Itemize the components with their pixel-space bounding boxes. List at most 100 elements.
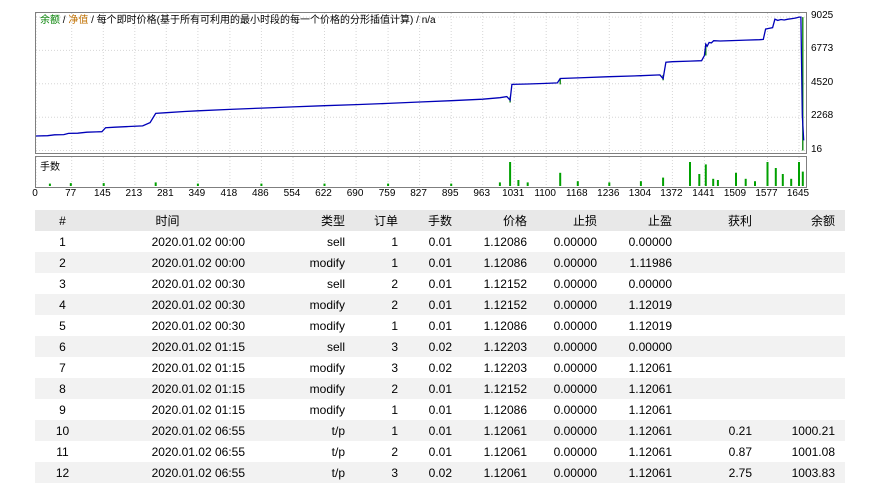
x-tick-label: 213: [125, 189, 142, 199]
cell: 9: [35, 399, 90, 420]
cell: 2.75: [682, 462, 762, 483]
cell: 0.00000: [537, 252, 607, 273]
legend-separator: /: [88, 15, 96, 26]
cell: sell: [255, 336, 355, 357]
cell: 0.21: [682, 420, 762, 441]
cell: 0.01: [408, 420, 462, 441]
cell: 1.12203: [462, 357, 537, 378]
x-tick-label: 622: [315, 189, 332, 199]
cell: 0.00000: [607, 336, 682, 357]
x-tick-label: 145: [94, 189, 111, 199]
column-header-profit: 获利: [682, 210, 762, 231]
cell: 3: [355, 357, 408, 378]
cell: 1: [35, 231, 90, 252]
trades-table: # 时间 类型 订单 手数 价格 止损 止盈 获利 余额 12020.01.02…: [35, 210, 845, 483]
cell: t/p: [255, 441, 355, 462]
cell: t/p: [255, 462, 355, 483]
cell: 1.12086: [462, 399, 537, 420]
cell: sell: [255, 273, 355, 294]
legend-separator: /: [413, 15, 421, 26]
cell: 1.12061: [607, 420, 682, 441]
column-header-number: #: [35, 210, 90, 231]
cell: 6: [35, 336, 90, 357]
cell: modify: [255, 357, 355, 378]
cell: 0.02: [408, 336, 462, 357]
cell: 0.01: [408, 378, 462, 399]
cell: 0.00000: [537, 399, 607, 420]
column-header-sl: 止损: [537, 210, 607, 231]
cell: 2: [355, 441, 408, 462]
x-tick-label: 1509: [724, 189, 746, 199]
cell: 10: [35, 420, 90, 441]
cell: 0.00000: [607, 231, 682, 252]
cell: [682, 336, 762, 357]
cell: [682, 315, 762, 336]
cell: [762, 399, 845, 420]
y-tick-label: 9025: [811, 11, 833, 21]
table-header-row: # 时间 类型 订单 手数 价格 止损 止盈 获利 余额: [35, 210, 845, 231]
cell: 1: [355, 231, 408, 252]
cell: [682, 231, 762, 252]
column-header-tp: 止盈: [607, 210, 682, 231]
x-tick-label: 77: [65, 189, 76, 199]
table-row: 122020.01.02 06:55t/p30.021.120610.00000…: [35, 462, 845, 483]
column-header-order: 订单: [355, 210, 408, 231]
cell: [762, 231, 845, 252]
cell: 2020.01.02 06:55: [90, 420, 255, 441]
cell: 2020.01.02 06:55: [90, 462, 255, 483]
cell: 0.00000: [537, 231, 607, 252]
cell: 0.00000: [537, 273, 607, 294]
cell: 1000.21: [762, 420, 845, 441]
cell: [682, 378, 762, 399]
cell: 0.01: [408, 399, 462, 420]
cell: 2020.01.02 01:15: [90, 378, 255, 399]
y-tick-label: 2268: [811, 111, 833, 121]
cell: 0.00000: [537, 294, 607, 315]
cell: 12: [35, 462, 90, 483]
cell: 1: [355, 252, 408, 273]
y-tick-label: 6773: [811, 44, 833, 54]
balance-chart: [36, 13, 806, 153]
trades-table-body: 12020.01.02 00:00sell10.011.120860.00000…: [35, 231, 845, 483]
cell: 0.00000: [537, 462, 607, 483]
lots-chart-panel: [35, 156, 807, 188]
y-tick-label: 4520: [811, 78, 833, 88]
x-tick-label: 895: [442, 189, 459, 199]
cell: 2: [355, 273, 408, 294]
x-tick-label: 349: [189, 189, 206, 199]
x-tick-label: 1645: [787, 189, 809, 199]
x-tick-label: 1304: [629, 189, 651, 199]
table-row: 92020.01.02 01:15modify10.011.120860.000…: [35, 399, 845, 420]
cell: 3: [355, 336, 408, 357]
y-tick-label: 16: [811, 145, 822, 155]
cell: 2020.01.02 00:00: [90, 252, 255, 273]
cell: 1.12152: [462, 294, 537, 315]
x-tick-label: 0: [32, 189, 38, 199]
cell: 2020.01.02 00:00: [90, 231, 255, 252]
cell: modify: [255, 378, 355, 399]
table-row: 22020.01.02 00:00modify10.011.120860.000…: [35, 252, 845, 273]
cell: 5: [35, 315, 90, 336]
cell: 4: [35, 294, 90, 315]
x-tick-label: 827: [410, 189, 427, 199]
x-tick-label: 1168: [566, 189, 588, 199]
cell: [762, 273, 845, 294]
cell: 2020.01.02 00:30: [90, 294, 255, 315]
x-tick-label: 1100: [534, 189, 556, 199]
x-tick-label: 1236: [597, 189, 619, 199]
cell: 1.12061: [607, 441, 682, 462]
cell: 2020.01.02 00:30: [90, 273, 255, 294]
cell: 2: [355, 378, 408, 399]
cell: [762, 336, 845, 357]
legend-balance-label: 余额: [40, 15, 60, 26]
cell: 3: [35, 273, 90, 294]
cell: 2020.01.02 01:15: [90, 357, 255, 378]
cell: 1.12152: [462, 273, 537, 294]
table-row: 32020.01.02 00:30sell20.011.121520.00000…: [35, 273, 845, 294]
cell: [762, 357, 845, 378]
cell: [762, 252, 845, 273]
x-tick-label: 690: [347, 189, 364, 199]
cell: 1.12203: [462, 336, 537, 357]
table-row: 62020.01.02 01:15sell30.021.122030.00000…: [35, 336, 845, 357]
cell: 0.02: [408, 357, 462, 378]
